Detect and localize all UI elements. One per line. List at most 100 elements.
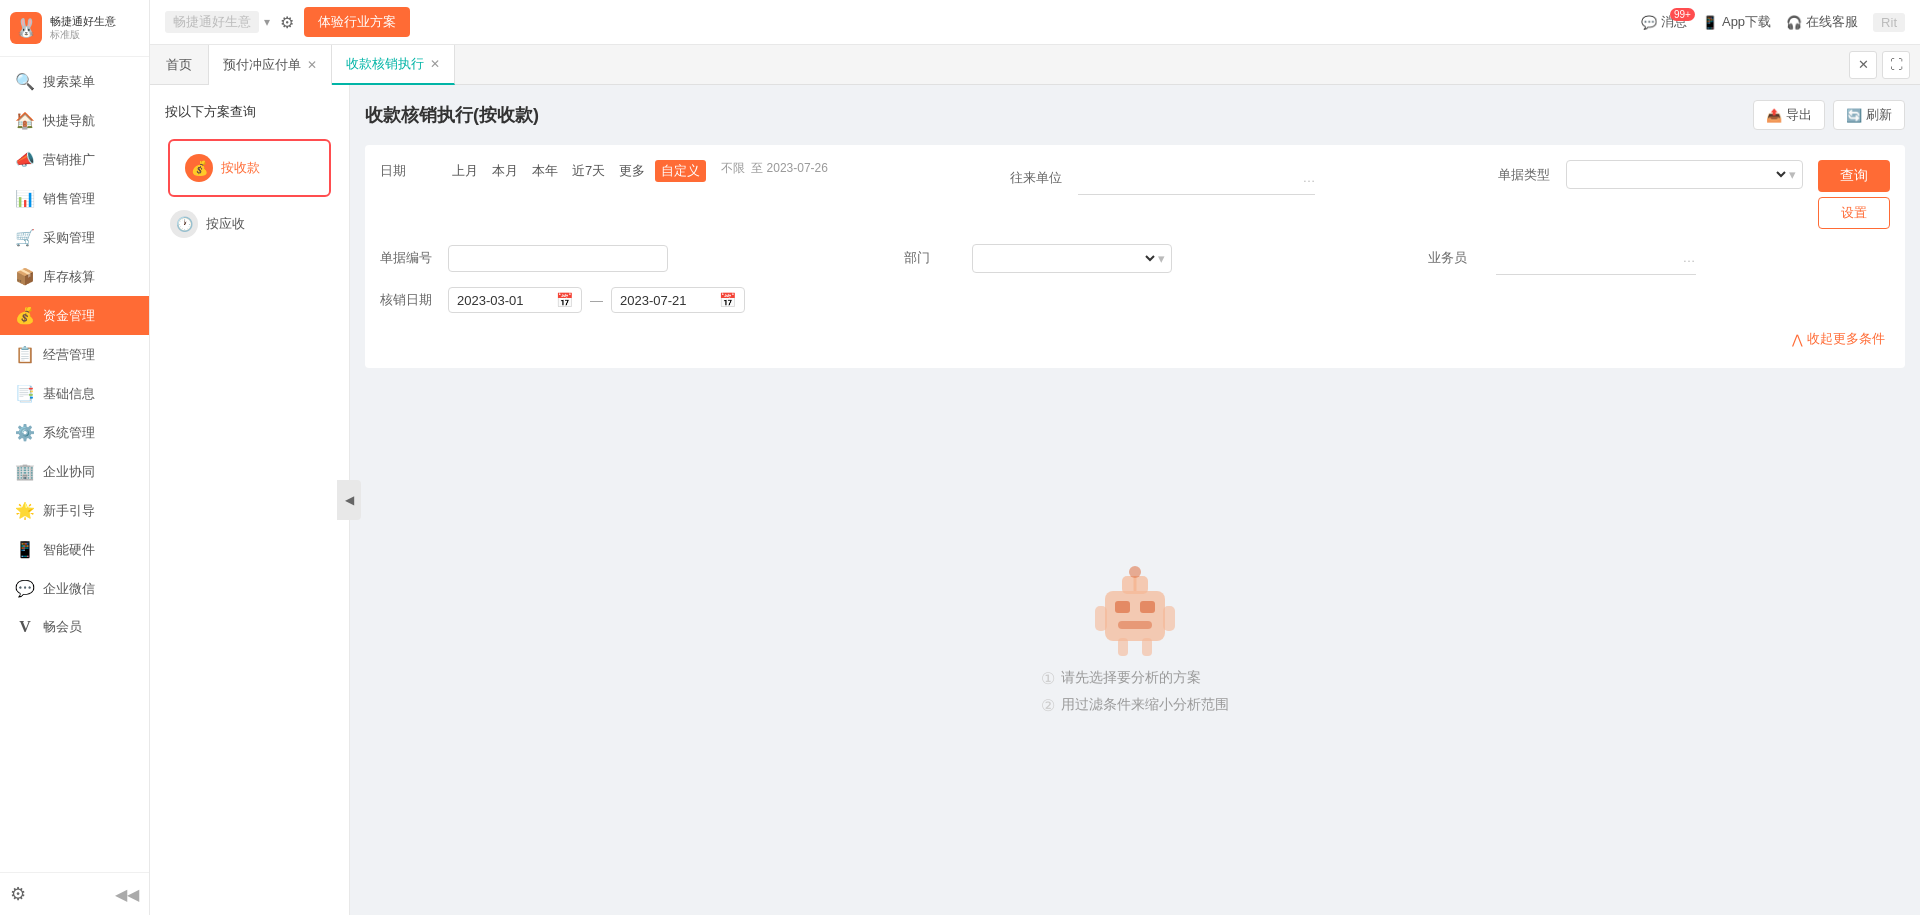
svg-rect-5 <box>1163 606 1175 631</box>
system-icon: ⚙️ <box>15 423 35 442</box>
sidebar-menu: 🔍 搜索菜单 🏠 快捷导航 📣 营销推广 📊 销售管理 🛒 采购管理 📦 库存核… <box>0 57 149 872</box>
search-menu-icon: 🔍 <box>15 72 35 91</box>
counterparty-input[interactable] <box>1078 164 1302 190</box>
by-receipt-icon: 💰 <box>185 154 213 182</box>
sidebar-item-system[interactable]: ⚙️ 系统管理 <box>0 413 149 452</box>
date-label: 日期 <box>380 162 440 180</box>
sidebar-item-label: 搜索菜单 <box>43 73 95 91</box>
verify-end-input[interactable] <box>620 293 715 308</box>
sidebar-item-search-menu[interactable]: 🔍 搜索菜单 <box>0 62 149 101</box>
sidebar-item-label: 库存核算 <box>43 268 95 286</box>
sidebar-item-marketing[interactable]: 📣 营销推广 <box>0 140 149 179</box>
logo-icon: 🐰 <box>10 12 42 44</box>
form-row-2: 单据编号 部门 ▾ <box>380 241 1890 275</box>
shortcut-custom[interactable]: 自定义 <box>655 160 706 182</box>
dept-select[interactable] <box>973 245 1158 272</box>
shortcut-this-year[interactable]: 本年 <box>528 160 562 182</box>
topbar-logo: 畅捷通好生意 ▾ <box>165 11 270 33</box>
sidebar-item-sales[interactable]: 📊 销售管理 <box>0 179 149 218</box>
empty-tip-2: ② 用过滤条件来缩小分析范围 <box>1041 696 1229 715</box>
message-badge: 99+ <box>1670 8 1695 21</box>
basic-info-icon: 📑 <box>15 384 35 403</box>
sidebar-item-label: 经营管理 <box>43 346 95 364</box>
sidebar-item-enterprise[interactable]: 🏢 企业协同 <box>0 452 149 491</box>
filter-panel: 按以下方案查询 ◀ 💰 按收款 🕐 按应收 <box>150 85 350 915</box>
verify-start-input[interactable] <box>457 293 552 308</box>
filter-option-label: 按应收 <box>206 215 245 233</box>
tab-home[interactable]: 首页 <box>150 45 209 85</box>
collapse-label: 收起更多条件 <box>1807 330 1885 348</box>
tab-prepay-close[interactable]: ✕ <box>307 58 317 72</box>
sidebar-item-smart-hw[interactable]: 📱 智能硬件 <box>0 530 149 569</box>
filter-option-by-receivable[interactable]: 🕐 按应收 <box>160 202 339 246</box>
tab-receipt-close[interactable]: ✕ <box>430 57 440 71</box>
topbar-logo-text: 畅捷通好生意 <box>165 11 259 33</box>
topbar-message[interactable]: 💬 消息 99+ <box>1641 13 1687 31</box>
tab-fullscreen-btn[interactable]: ⛶ <box>1882 51 1910 79</box>
filter-panel-title: 按以下方案查询 <box>150 95 349 129</box>
page-content: 按以下方案查询 ◀ 💰 按收款 🕐 按应收 收款核销执行(按收款) <box>150 85 1920 915</box>
quick-nav-icon: 🏠 <box>15 111 35 130</box>
export-btn[interactable]: 📤 导出 <box>1753 100 1825 130</box>
topbar-gear-icon[interactable]: ⚙ <box>280 13 294 32</box>
refresh-icon: 🔄 <box>1846 108 1862 123</box>
topbar-user[interactable]: Rit <box>1873 13 1905 32</box>
filter-options: 💰 按收款 🕐 按应收 <box>150 129 349 251</box>
verify-start-calendar-icon[interactable]: 📅 <box>556 292 573 308</box>
industry-btn[interactable]: 体验行业方案 <box>304 7 410 37</box>
filter-panel-collapse-btn[interactable]: ◀ <box>337 480 361 520</box>
topbar-app-download[interactable]: 📱 App下载 <box>1702 13 1771 31</box>
verify-date-label: 核销日期 <box>380 291 440 309</box>
staff-label: 业务员 <box>1428 249 1488 267</box>
shortcut-7days[interactable]: 近7天 <box>568 160 609 182</box>
sidebar-item-operation[interactable]: 📋 经营管理 <box>0 335 149 374</box>
settings-icon[interactable]: ⚙ <box>10 883 26 905</box>
sidebar-item-inventory[interactable]: 📦 库存核算 <box>0 257 149 296</box>
sidebar-item-guide[interactable]: 🌟 新手引导 <box>0 491 149 530</box>
sidebar-item-label: 基础信息 <box>43 385 95 403</box>
tab-close-all-btn[interactable]: ✕ <box>1849 51 1877 79</box>
topbar-chevron-icon[interactable]: ▾ <box>264 15 270 29</box>
dept-label: 部门 <box>904 249 964 267</box>
sidebar-item-finance[interactable]: 💰 资金管理 <box>0 296 149 335</box>
sidebar-item-wechat[interactable]: 💬 企业微信 <box>0 569 149 608</box>
sidebar-item-quick-nav[interactable]: 🏠 快捷导航 <box>0 101 149 140</box>
sidebar-item-label: 企业协同 <box>43 463 95 481</box>
bill-no-input[interactable] <box>448 245 668 272</box>
verify-end-wrap: 📅 <box>611 287 745 313</box>
topbar-service[interactable]: 🎧 在线客服 <box>1786 13 1858 31</box>
empty-tip-1-text: 请先选择要分析的方案 <box>1061 669 1201 687</box>
verify-start-wrap: 📅 <box>448 287 582 313</box>
service-label: 在线客服 <box>1806 13 1858 31</box>
settings-btn[interactable]: 设置 <box>1818 197 1890 229</box>
shortcut-more[interactable]: 更多 <box>615 160 649 182</box>
bill-type-select[interactable] <box>1567 161 1789 188</box>
collapse-more-btn[interactable]: ⋀ 收起更多条件 <box>1787 325 1890 353</box>
topbar-right: 💬 消息 99+ 📱 App下载 🎧 在线客服 Rit <box>1641 13 1905 32</box>
sidebar-item-label: 企业微信 <box>43 580 95 598</box>
bill-type-dropdown-icon: ▾ <box>1789 167 1802 182</box>
collapse-sidebar-icon[interactable]: ◀◀ <box>115 885 139 904</box>
by-receivable-icon: 🕐 <box>170 210 198 238</box>
counterparty-more-icon[interactable]: … <box>1302 170 1315 185</box>
shortcut-this-month[interactable]: 本月 <box>488 160 522 182</box>
sidebar-item-label: 快捷导航 <box>43 112 95 130</box>
page-title-text: 收款核销执行(按收款) <box>365 103 539 127</box>
filter-option-by-receipt[interactable]: 💰 按收款 <box>175 146 324 190</box>
dept-dropdown-icon: ▾ <box>1158 251 1171 266</box>
staff-more-icon[interactable]: … <box>1683 250 1696 265</box>
tab-prepay[interactable]: 预付冲应付单 ✕ <box>209 45 332 85</box>
verify-end-calendar-icon[interactable]: 📅 <box>719 292 736 308</box>
tabbar: 首页 预付冲应付单 ✕ 收款核销执行 ✕ ✕ ⛶ <box>150 45 1920 85</box>
sidebar-item-purchase[interactable]: 🛒 采购管理 <box>0 218 149 257</box>
logo-title: 畅捷通好生意 <box>50 14 116 28</box>
operation-icon: 📋 <box>15 345 35 364</box>
sidebar-item-basic-info[interactable]: 📑 基础信息 <box>0 374 149 413</box>
shortcut-last-month[interactable]: 上月 <box>448 160 482 182</box>
query-btn[interactable]: 查询 <box>1818 160 1890 192</box>
tab-receipt[interactable]: 收款核销执行 ✕ <box>332 45 455 85</box>
staff-input[interactable] <box>1496 245 1683 270</box>
refresh-btn[interactable]: 🔄 刷新 <box>1833 100 1905 130</box>
sidebar: 🐰 畅捷通好生意 标准版 🔍 搜索菜单 🏠 快捷导航 📣 营销推广 📊 销售管理… <box>0 0 150 915</box>
sidebar-item-member[interactable]: V 畅会员 <box>0 608 149 646</box>
